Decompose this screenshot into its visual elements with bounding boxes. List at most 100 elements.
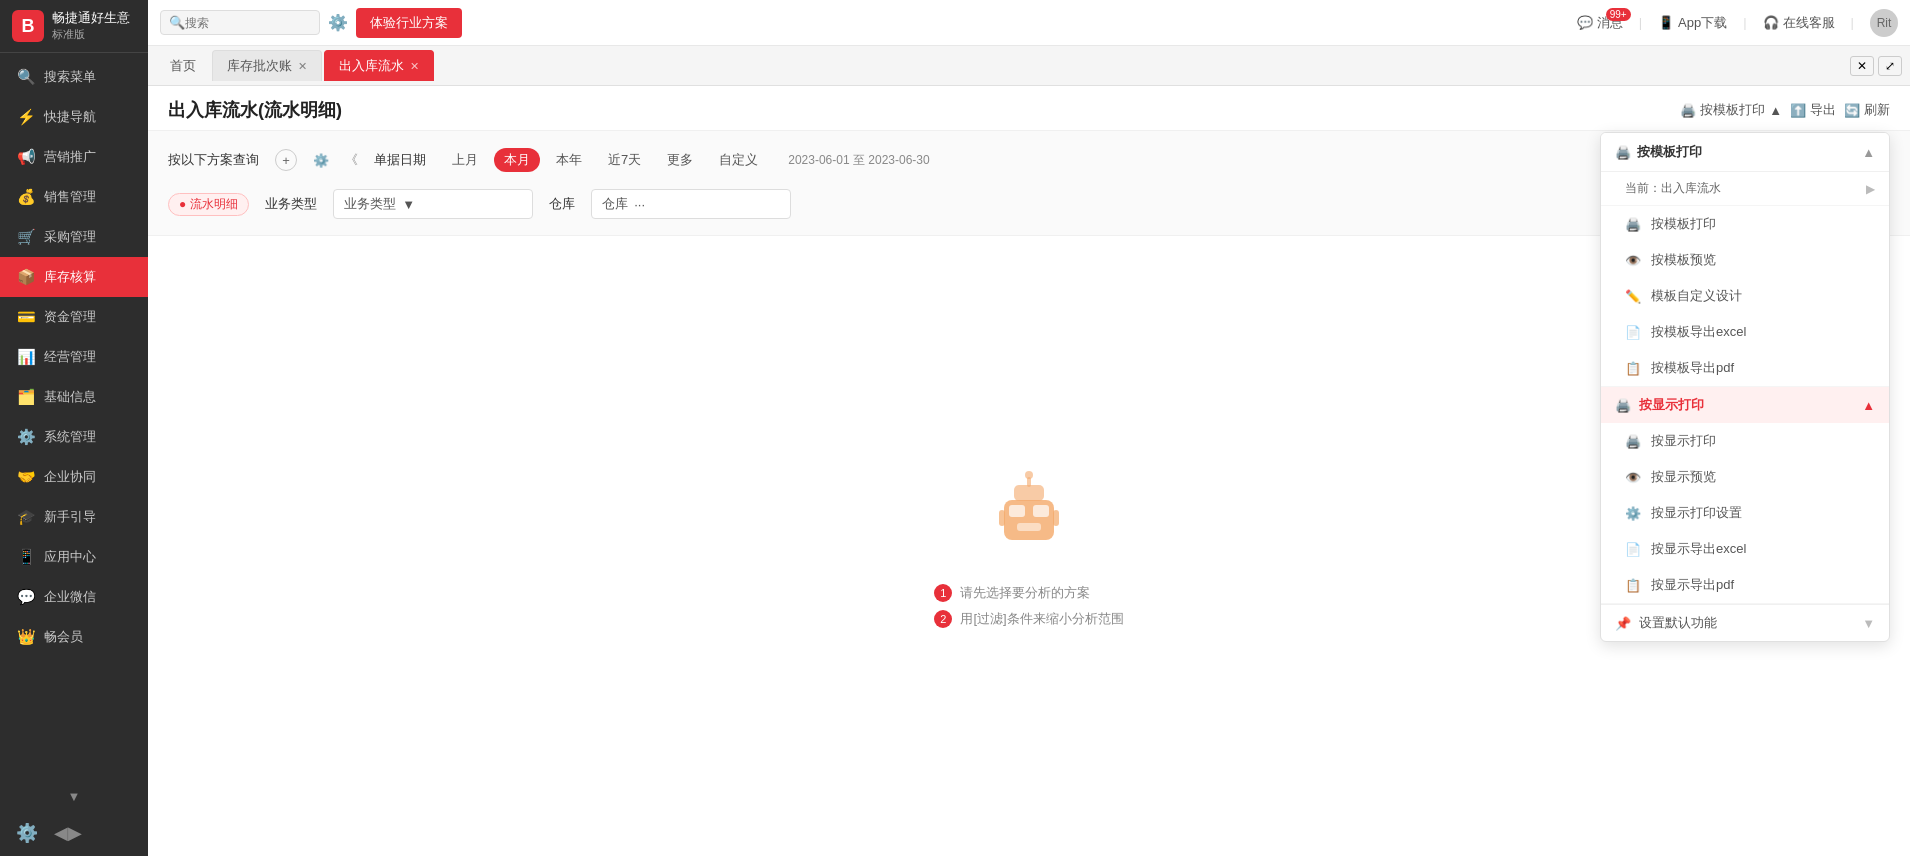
tab-in-out-flow-close[interactable]: ✕ xyxy=(410,60,419,73)
display-section: 🖨️按显示打印👁️按显示预览 ⚙️ 按显示打印设置 📄按显示导出excel📋按显示导出… xyxy=(1601,423,1889,604)
tab-close-all-btn[interactable]: ✕ xyxy=(1850,56,1874,76)
sidebar-item-inventory[interactable]: 📦库存核算 xyxy=(0,257,148,297)
sidebar-item-purchase[interactable]: 🛒采购管理 xyxy=(0,217,148,257)
marketing-nav-icon: 📢 xyxy=(16,147,36,167)
operations-nav-label: 经营管理 xyxy=(44,348,96,366)
refresh-btn[interactable]: 🔄 刷新 xyxy=(1844,101,1890,119)
dropdown-current: 当前：出入库流水 ▶ xyxy=(1601,172,1889,206)
date-tag-本年[interactable]: 本年 xyxy=(546,148,592,172)
tab-expand-btn[interactable]: ⤢ xyxy=(1878,56,1902,76)
content-area: 出入库流水(流水明细) 🖨️ 按模板打印 ▲ ⬆️ 导出 🔄 刷新 xyxy=(148,86,1910,856)
wechat-nav-icon: 💬 xyxy=(16,587,36,607)
filter-add-btn[interactable]: + xyxy=(275,149,297,171)
tab-in-out-flow[interactable]: 出入库流水 ✕ xyxy=(324,50,434,81)
trial-btn[interactable]: 体验行业方案 xyxy=(356,8,462,38)
quick-nav-nav-icon: ⚡ xyxy=(16,107,36,127)
tip-num-2: 2 xyxy=(934,610,952,628)
current-arrow-icon: ▶ xyxy=(1866,182,1875,196)
logo-icon: B xyxy=(12,10,44,42)
date-tag-更多[interactable]: 更多 xyxy=(657,148,703,172)
dp-template-excel[interactable]: 📄按模板导出excel xyxy=(1601,314,1889,350)
user-avatar[interactable]: Rit xyxy=(1870,9,1898,37)
sidebar-item-collab[interactable]: 🤝企业协同 xyxy=(0,457,148,497)
sidebar-item-wechat[interactable]: 💬 企业微信 xyxy=(0,577,148,617)
warehouse-more-icon: ··· xyxy=(634,197,645,212)
tab-home[interactable]: 首页 xyxy=(156,51,210,81)
date-tag-本月[interactable]: 本月 xyxy=(494,148,540,172)
footer-arrow-icon: ▼ xyxy=(1862,616,1875,631)
warehouse-select[interactable]: 仓库 ··· xyxy=(591,189,791,219)
sidebar-item-sales[interactable]: 💰销售管理 xyxy=(0,177,148,217)
sidebar-item-marketing[interactable]: 📢营销推广 xyxy=(0,137,148,177)
date-tag-近7天[interactable]: 近7天 xyxy=(598,148,651,172)
dp-display-excel[interactable]: 📄按显示导出excel xyxy=(1601,531,1889,567)
dp-display-print[interactable]: 🖨️按显示打印 xyxy=(1601,423,1889,459)
template-print-label: 按模板打印 xyxy=(1651,215,1716,233)
sidebar-item-apps[interactable]: 📱应用中心 xyxy=(0,537,148,577)
search-input[interactable] xyxy=(185,16,305,30)
display-print-icon: 🖨️ xyxy=(1625,433,1641,449)
message-badge: 99+ xyxy=(1606,8,1631,21)
date-label: 单据日期 xyxy=(374,151,426,169)
topbar-right: 💬 消息 99+ | 📱 App下载 | 🎧 在线客服 | Rit xyxy=(1577,9,1898,37)
display-pdf-icon: 📋 xyxy=(1625,577,1641,593)
dp-display-preview[interactable]: 👁️按显示预览 xyxy=(1601,459,1889,495)
filter-chip: ● 流水明细 xyxy=(168,193,249,216)
sidebar-item-base[interactable]: 🗂️基础信息 xyxy=(0,377,148,417)
sidebar-item-system[interactable]: ⚙️系统管理 xyxy=(0,417,148,457)
app-download-label: App下载 xyxy=(1678,14,1727,32)
sales-nav-label: 销售管理 xyxy=(44,188,96,206)
vip-nav-label: 畅会员 xyxy=(44,628,83,646)
display-section-header[interactable]: 🖨️ 按显示打印 ▲ xyxy=(1601,387,1889,423)
template-section: 🖨️按模板打印👁️按模板预览✏️模板自定义设计📄按模板导出excel📋按模板导出… xyxy=(1601,206,1889,387)
warehouse-label: 仓库 xyxy=(549,195,575,213)
empty-tip-2: 2 用[过滤]条件来缩小分析范围 xyxy=(934,610,1123,628)
wechat-nav-label: 企业微信 xyxy=(44,588,96,606)
print-dropdown-icon: ▲ xyxy=(1769,103,1782,118)
tabs-right: ✕ ⤢ xyxy=(1850,56,1902,76)
filter-settings-icon[interactable]: ⚙️ xyxy=(313,153,329,168)
dropdown-header: 🖨️ 按模板打印 ▲ xyxy=(1601,133,1889,172)
inventory-batch-tab-label: 库存批次账 xyxy=(227,57,292,75)
display-preview-label: 按显示预览 xyxy=(1651,468,1716,486)
sidebar-item-finance[interactable]: 💳资金管理 xyxy=(0,297,148,337)
tab-inventory-batch[interactable]: 库存批次账 ✕ xyxy=(212,50,322,81)
app-download-btn[interactable]: 📱 App下载 xyxy=(1658,14,1727,32)
dp-template-preview[interactable]: 👁️按模板预览 xyxy=(1601,242,1889,278)
sidebar-scroll-down[interactable]: ▼ xyxy=(0,783,148,810)
settings-icon[interactable]: ⚙️ xyxy=(16,822,38,844)
dp-template-design[interactable]: ✏️模板自定义设计 xyxy=(1601,278,1889,314)
display-print-group-icon: 🖨️ xyxy=(1615,398,1631,413)
message-btn[interactable]: 💬 消息 99+ xyxy=(1577,14,1623,32)
settings-gear-icon[interactable]: ⚙️ xyxy=(328,13,348,32)
online-service-btn[interactable]: 🎧 在线客服 xyxy=(1763,14,1835,32)
logo-title: 畅捷通好生意 xyxy=(52,10,130,27)
tab-inventory-batch-close[interactable]: ✕ xyxy=(298,60,307,73)
sidebar-item-guide[interactable]: 🎓新手引导 xyxy=(0,497,148,537)
sidebar-item-quick-nav[interactable]: ⚡快捷导航 xyxy=(0,97,148,137)
filter-collapse-icon[interactable]: 《 xyxy=(345,151,358,169)
toggle-icon[interactable]: ◀▶ xyxy=(54,822,82,844)
dp-display-pdf[interactable]: 📋按显示导出pdf xyxy=(1601,567,1889,603)
sep3: | xyxy=(1851,15,1854,30)
sidebar-item-operations[interactable]: 📊经营管理 xyxy=(0,337,148,377)
topbar-search[interactable]: 🔍 xyxy=(160,10,320,35)
dropdown-collapse-icon[interactable]: ▲ xyxy=(1862,145,1875,160)
page-title: 出入库流水(流水明细) xyxy=(168,98,342,122)
display-settings-label: 按显示打印设置 xyxy=(1651,504,1742,522)
date-tag-上月[interactable]: 上月 xyxy=(442,148,488,172)
sidebar-item-search[interactable]: 🔍搜索菜单 xyxy=(0,57,148,97)
sidebar-item-vip[interactable]: 👑畅会员 xyxy=(0,617,148,657)
print-btn[interactable]: 🖨️ 按模板打印 ▲ xyxy=(1680,101,1782,119)
biz-type-select[interactable]: 业务类型 ▼ xyxy=(333,189,533,219)
dropdown-title-text: 按模板打印 xyxy=(1637,143,1702,161)
logo-text: 畅捷通好生意 标准版 xyxy=(52,10,130,41)
footer-label: 设置默认功能 xyxy=(1639,614,1717,632)
date-tag-自定义[interactable]: 自定义 xyxy=(709,148,768,172)
dropdown-footer[interactable]: 📌 设置默认功能 ▼ xyxy=(1601,604,1889,641)
export-btn[interactable]: ⬆️ 导出 xyxy=(1790,101,1836,119)
display-settings-icon: ⚙️ xyxy=(1625,505,1641,521)
dp-template-print[interactable]: 🖨️按模板打印 xyxy=(1601,206,1889,242)
dp-display-settings[interactable]: ⚙️ 按显示打印设置 xyxy=(1601,495,1889,531)
dp-template-pdf[interactable]: 📋按模板导出pdf xyxy=(1601,350,1889,386)
